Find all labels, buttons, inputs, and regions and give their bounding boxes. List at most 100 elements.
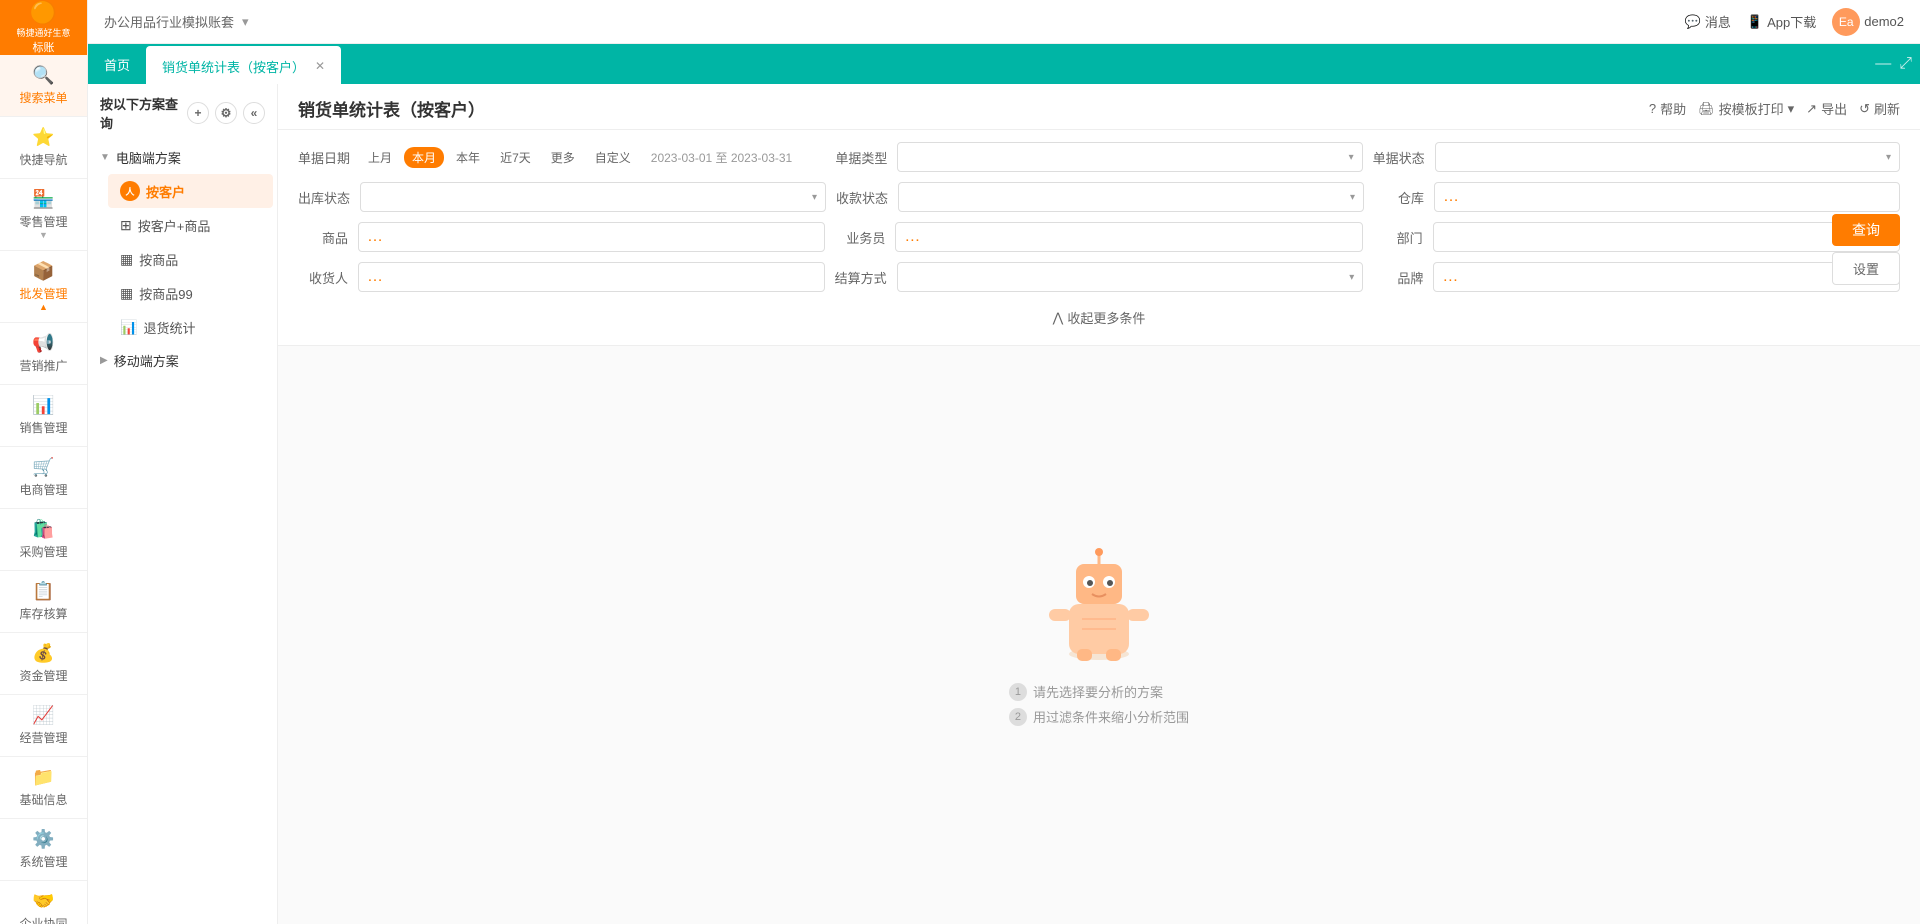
shipment-status-select[interactable]: ▾ <box>360 182 826 212</box>
sidebar-item-inventory[interactable]: 📋 库存核算 <box>0 571 88 633</box>
hint-num-2: 2 <box>1009 708 1027 726</box>
sidebar-item-marketing[interactable]: 📢 营销推广 <box>0 323 88 385</box>
sidebar-item-system[interactable]: ⚙️ 系统管理 <box>0 819 88 881</box>
breadcrumb-dropdown-icon[interactable]: ▾ <box>242 14 249 30</box>
recipient-select[interactable]: … <box>358 262 825 292</box>
tab-bar: 首页 销货单统计表（按客户） ✕ — ⤢ <box>88 44 1920 84</box>
empty-hint-2: 2 用过滤条件来缩小分析范围 <box>1009 707 1189 726</box>
add-icon: + <box>194 106 201 120</box>
tree-item-by-customer-label: 按客户 <box>146 182 185 201</box>
warehouse-dots: … <box>1443 188 1461 206</box>
print-template-btn[interactable]: 🖨 按模板打印 ▾ <box>1698 99 1794 118</box>
user-label: demo2 <box>1864 14 1904 29</box>
date-tab-7days[interactable]: 近7天 <box>492 147 539 168</box>
hint-text-2: 用过滤条件来缩小分析范围 <box>1033 707 1189 726</box>
app-download-label: App下载 <box>1767 12 1816 31</box>
logo-label: 标账 <box>33 39 55 55</box>
date-tab-last-month[interactable]: 上月 <box>360 147 400 168</box>
export-label: 导出 <box>1821 99 1847 118</box>
order-type-select[interactable]: ▾ <box>897 142 1362 172</box>
sidebar-item-retail[interactable]: 🏪 零售管理 ▼ <box>0 179 88 251</box>
product-select[interactable]: … <box>358 222 825 252</box>
tab-maximize-btn[interactable]: ⤢ <box>1899 55 1912 73</box>
sidebar-item-search[interactable]: 🔍 搜索菜单 <box>0 55 88 117</box>
collapse-panel-btn[interactable]: « <box>243 102 265 124</box>
enterprise-icon: 🤝 <box>32 891 54 912</box>
sidebar-item-sales[interactable]: 📊 销售管理 <box>0 385 88 447</box>
help-label: 帮助 <box>1660 99 1686 118</box>
date-tab-custom[interactable]: 自定义 <box>587 147 639 168</box>
tab-expand-area: — ⤢ <box>1875 55 1912 73</box>
collapse-icon: « <box>251 106 258 120</box>
add-scheme-btn[interactable]: + <box>187 102 209 124</box>
app-download-btn[interactable]: 📱 App下载 <box>1747 12 1816 31</box>
tree-item-by-product[interactable]: ▦ 按商品 <box>108 243 273 276</box>
sidebar-item-basic[interactable]: 📁 基础信息 <box>0 757 88 819</box>
date-tab-this-month[interactable]: 本月 <box>404 147 444 168</box>
tree-item-by-customer-product[interactable]: ⊞ 按客户+商品 <box>108 209 273 242</box>
collapse-more-btn[interactable]: ⋀ 收起更多条件 <box>1037 302 1162 333</box>
shipment-arrow: ▾ <box>812 192 817 203</box>
refresh-btn[interactable]: ↺ 刷新 <box>1859 99 1900 118</box>
sidebar-item-label-inventory: 库存核算 <box>19 605 67 622</box>
tab-minimize-btn[interactable]: — <box>1875 55 1891 73</box>
tree-item-by-product-99-label: 按商品99 <box>139 284 192 303</box>
payment-status-select[interactable]: ▾ <box>898 182 1364 212</box>
brand-select[interactable]: … <box>1433 262 1900 292</box>
brand-label: 品牌 <box>1373 268 1423 287</box>
ecommerce-icon: 🛒 <box>32 457 54 478</box>
tab-home[interactable]: 首页 <box>88 44 146 84</box>
warehouse-select[interactable]: … <box>1434 182 1900 212</box>
search-icon: 🔍 <box>32 65 54 86</box>
tree-group-pc: ▼ 电脑端方案 人 按客户 ⊞ 按客户+商品 ▦ <box>88 142 277 344</box>
help-btn[interactable]: ? 帮助 <box>1649 99 1686 118</box>
salesperson-select[interactable]: … <box>895 222 1362 252</box>
date-tab-more[interactable]: 更多 <box>543 147 583 168</box>
empty-hint: 1 请先选择要分析的方案 2 用过滤条件来缩小分析范围 <box>1009 682 1189 726</box>
tab-close-btn[interactable]: ✕ <box>315 59 325 73</box>
sales-icon: 📊 <box>32 395 54 416</box>
sidebar-item-label-system: 系统管理 <box>19 853 67 870</box>
filter-area: 单据日期 上月 本月 本年 近7天 更多 自定义 2023-03-01 至 20… <box>278 130 1920 346</box>
department-select[interactable]: ▾ <box>1433 222 1900 252</box>
order-status-arrow: ▾ <box>1886 152 1891 163</box>
sidebar-item-label-search: 搜索菜单 <box>19 89 67 106</box>
sidebar-item-quick-nav[interactable]: ⭐ 快捷导航 <box>0 117 88 179</box>
settings-scheme-btn[interactable]: ⚙ <box>215 102 237 124</box>
message-btn[interactable]: 💬 消息 <box>1685 12 1731 31</box>
query-btn[interactable]: 查询 <box>1832 214 1900 246</box>
wholesale-arrow: ▲ <box>39 302 48 312</box>
page-actions: ? 帮助 🖨 按模板打印 ▾ ↗ 导出 ↺ <box>1649 99 1900 118</box>
date-tab-this-year[interactable]: 本年 <box>448 147 488 168</box>
tree-group-mobile-title[interactable]: ▶ 移动端方案 <box>88 345 277 376</box>
tab-sales-stats[interactable]: 销货单统计表（按客户） ✕ <box>146 46 341 86</box>
sidebar-logo[interactable]: 🟠 畅捷通好生意 标账 <box>0 0 88 55</box>
empty-hint-1: 1 请先选择要分析的方案 <box>1009 682 1189 701</box>
order-status-select[interactable]: ▾ <box>1435 142 1900 172</box>
sidebar-item-wholesale[interactable]: 📦 批发管理 ▲ <box>0 251 88 323</box>
sidebar-item-purchase[interactable]: 🛍️ 采购管理 <box>0 509 88 571</box>
tree-item-by-customer[interactable]: 人 按客户 <box>108 174 273 208</box>
payment-arrow: ▾ <box>1350 192 1355 203</box>
print-arrow-icon: ▾ <box>1788 101 1795 117</box>
sidebar-item-finance[interactable]: 💰 资金管理 <box>0 633 88 695</box>
print-icon: 🖨 <box>1698 101 1715 117</box>
breadcrumb-text: 办公用品行业模拟账套 <box>104 12 234 31</box>
sidebar-item-enterprise[interactable]: 🤝 企业协同 <box>0 881 88 924</box>
tree-item-by-product-99[interactable]: ▦ 按商品99 <box>108 277 273 310</box>
sidebar-item-label-basic: 基础信息 <box>19 791 67 808</box>
tree-group-pc-title[interactable]: ▼ 电脑端方案 <box>88 142 277 173</box>
logo-text: 畅捷通好生意 <box>16 28 70 39</box>
user-area[interactable]: Ea demo2 <box>1832 8 1904 36</box>
settlement-select[interactable]: ▾ <box>897 262 1364 292</box>
sidebar-item-operations[interactable]: 📈 经营管理 <box>0 695 88 757</box>
tree-item-return-stats[interactable]: 📊 退货统计 <box>108 311 273 344</box>
left-panel: 按以下方案查询 + ⚙ « ▼ <box>88 84 278 924</box>
recipient-label: 收货人 <box>298 268 348 287</box>
date-label: 单据日期 <box>298 148 350 167</box>
settings-btn[interactable]: 设置 <box>1832 252 1900 285</box>
retail-arrow: ▼ <box>39 230 48 240</box>
sidebar-item-ecommerce[interactable]: 🛒 电商管理 <box>0 447 88 509</box>
sidebar-item-label-quick-nav: 快捷导航 <box>19 151 67 168</box>
export-btn[interactable]: ↗ 导出 <box>1806 99 1847 118</box>
